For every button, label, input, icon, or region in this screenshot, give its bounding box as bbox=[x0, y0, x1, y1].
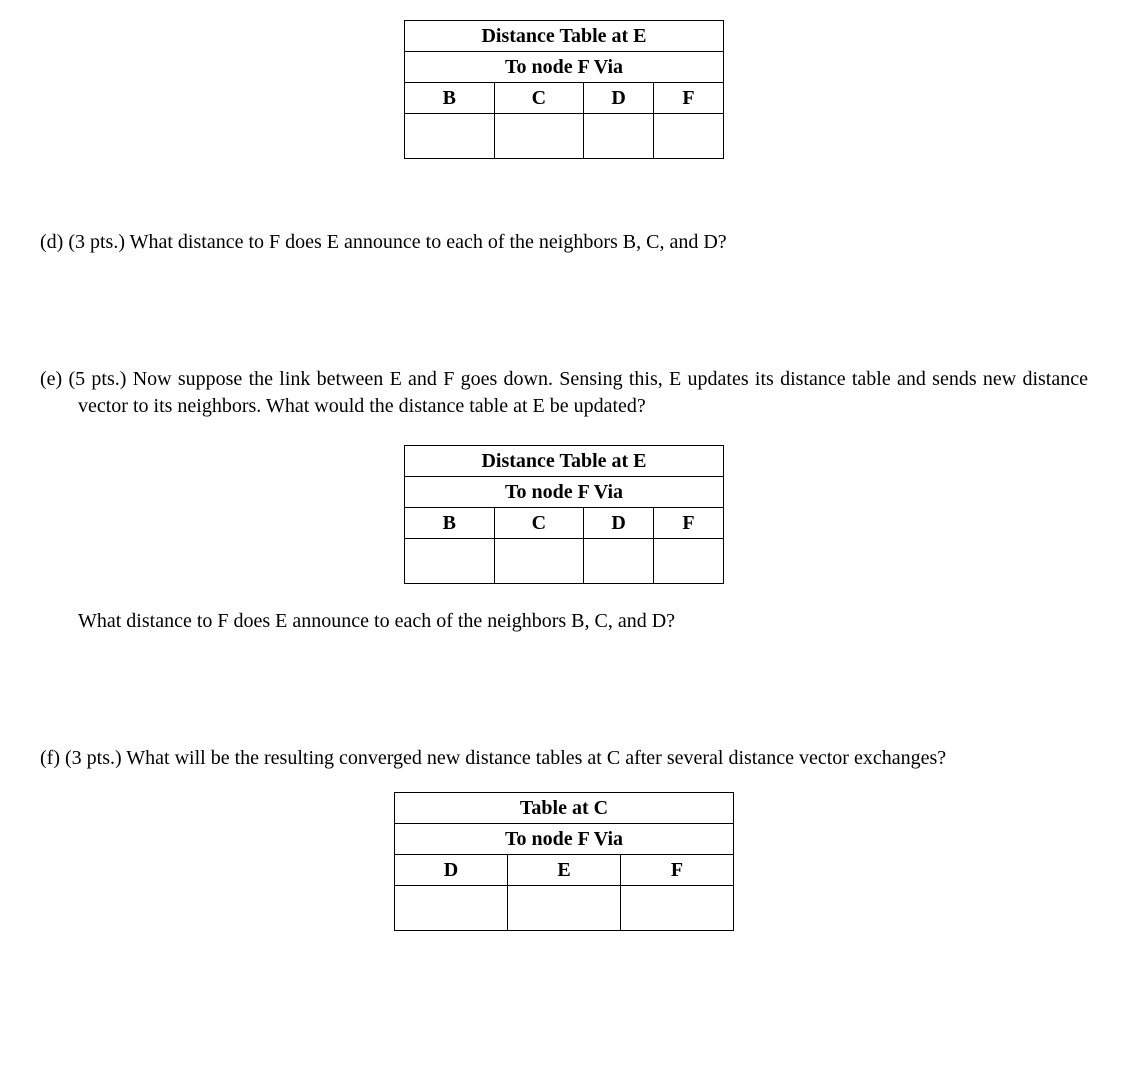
distance-table-c: Table at C To node F Via D E F bbox=[394, 792, 734, 931]
table3-cell-f bbox=[620, 886, 733, 931]
table2-wrapper: Distance Table at E To node F Via B C D … bbox=[40, 445, 1088, 604]
table1-header-row: B C D F bbox=[405, 83, 724, 114]
table1-cell-d bbox=[584, 114, 654, 159]
table2-col-d: D bbox=[584, 508, 654, 539]
question-e: (e) (5 pts.) Now suppose the link betwee… bbox=[40, 366, 1088, 420]
table1-col-c: C bbox=[494, 83, 584, 114]
table3-data-row bbox=[395, 886, 734, 931]
distance-table-e-1: Distance Table at E To node F Via B C D … bbox=[404, 20, 724, 159]
question-d: (d) (3 pts.) What distance to F does E a… bbox=[40, 229, 1088, 256]
table2-col-f: F bbox=[654, 508, 724, 539]
table3-cell-e bbox=[508, 886, 621, 931]
table1-cell-f bbox=[654, 114, 724, 159]
table2-header-row: B C D F bbox=[405, 508, 724, 539]
table3-col-d: D bbox=[395, 855, 508, 886]
table1-subtitle: To node F Via bbox=[405, 52, 724, 83]
table2-cell-f bbox=[654, 539, 724, 584]
question-e-label: (e) (5 pts.) bbox=[40, 368, 133, 390]
table1-wrapper: Distance Table at E To node F Via B C D … bbox=[40, 20, 1088, 179]
table3-header-row: D E F bbox=[395, 855, 734, 886]
table3-subtitle: To node F Via bbox=[395, 824, 734, 855]
question-d-text: What distance to F does E announce to ea… bbox=[130, 231, 727, 253]
table2-cell-d bbox=[584, 539, 654, 584]
table1-col-b: B bbox=[405, 83, 495, 114]
table1-col-d: D bbox=[584, 83, 654, 114]
table2-title: Distance Table at E bbox=[405, 446, 724, 477]
question-d-label: (d) (3 pts.) bbox=[40, 231, 130, 253]
table3-cell-d bbox=[395, 886, 508, 931]
table2-subtitle: To node F Via bbox=[405, 477, 724, 508]
table3-title: Table at C bbox=[395, 793, 734, 824]
question-f: (f) (3 pts.) What will be the resulting … bbox=[40, 745, 1088, 772]
table2-cell-b bbox=[405, 539, 495, 584]
table3-wrapper: Table at C To node F Via D E F bbox=[40, 792, 1088, 951]
question-e-text: Now suppose the link between E and F goe… bbox=[78, 368, 1088, 417]
table2-col-b: B bbox=[405, 508, 495, 539]
question-f-label: (f) (3 pts.) bbox=[40, 747, 126, 769]
table1-title: Distance Table at E bbox=[405, 21, 724, 52]
table1-data-row bbox=[405, 114, 724, 159]
table1-cell-c bbox=[494, 114, 584, 159]
table1-col-f: F bbox=[654, 83, 724, 114]
table3-col-e: E bbox=[508, 855, 621, 886]
question-e-followup: What distance to F does E announce to ea… bbox=[40, 608, 1088, 635]
table2-data-row bbox=[405, 539, 724, 584]
table2-cell-c bbox=[494, 539, 584, 584]
table2-col-c: C bbox=[494, 508, 584, 539]
distance-table-e-2: Distance Table at E To node F Via B C D … bbox=[404, 445, 724, 584]
table3-col-f: F bbox=[620, 855, 733, 886]
table1-cell-b bbox=[405, 114, 495, 159]
question-f-text: What will be the resulting converged new… bbox=[126, 747, 946, 769]
